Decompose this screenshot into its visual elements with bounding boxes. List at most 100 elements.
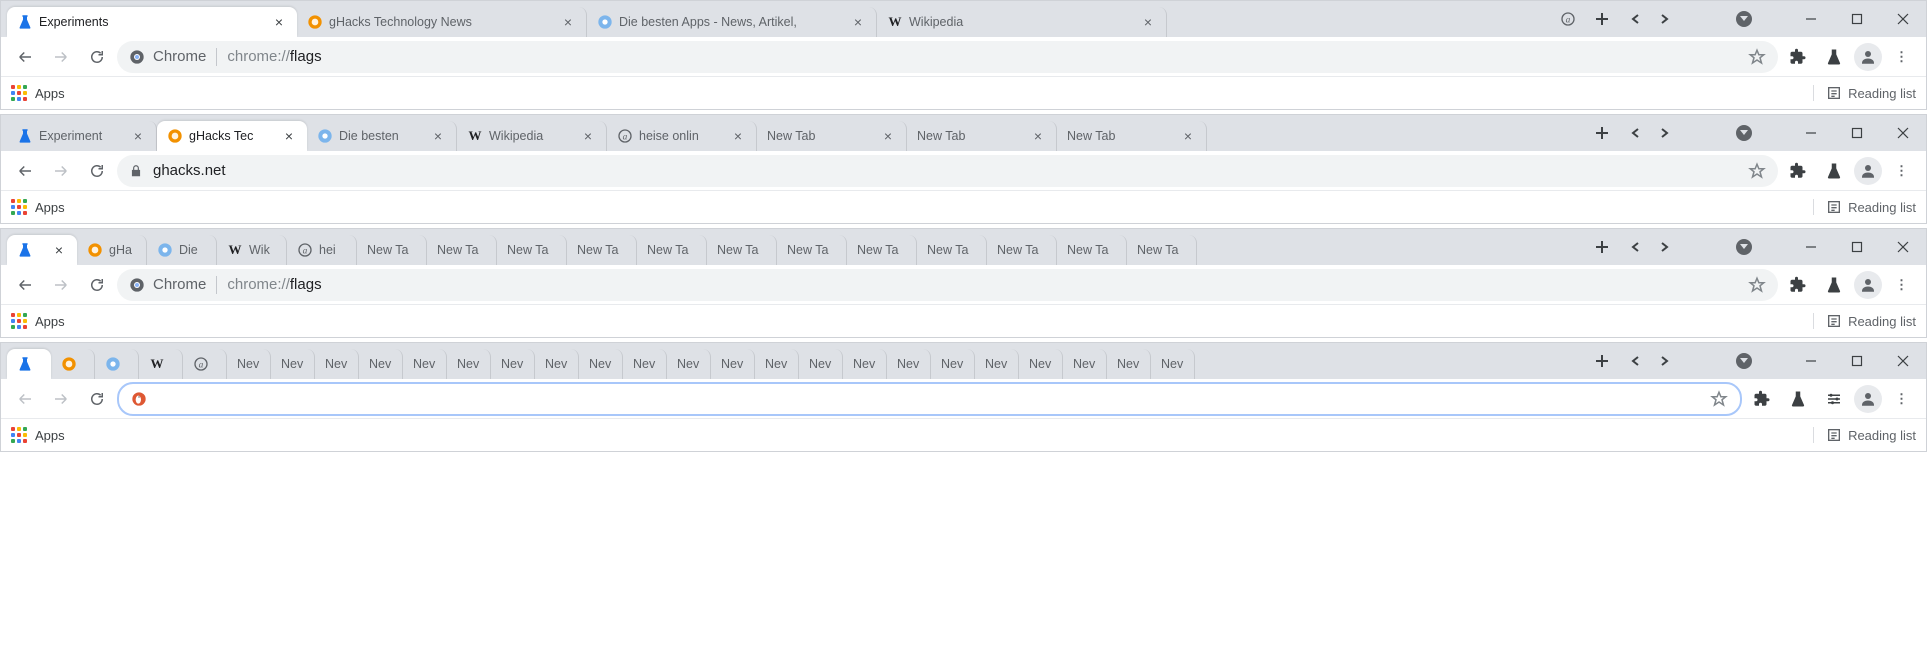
nav-back-button[interactable]: [9, 269, 41, 301]
tab-search-button[interactable]: [1730, 233, 1758, 261]
nav-reload-button[interactable]: [81, 155, 113, 187]
window-close-button[interactable]: [1880, 346, 1926, 376]
tab[interactable]: New Ta: [1127, 235, 1197, 265]
nav-back-button[interactable]: [9, 383, 41, 415]
chrome-menu-button[interactable]: ⋮: [1886, 41, 1918, 73]
tab-close-button[interactable]: ×: [580, 128, 596, 144]
tabs-scroll-left-button[interactable]: [1622, 119, 1650, 147]
tab[interactable]: New Ta: [847, 235, 917, 265]
tab[interactable]: [51, 349, 95, 379]
nav-reload-button[interactable]: [81, 269, 113, 301]
tabs-scroll-right-button[interactable]: [1650, 233, 1678, 261]
apps-shortcut[interactable]: Apps: [11, 313, 65, 329]
url-text[interactable]: ghacks.net: [153, 162, 1738, 179]
tab[interactable]: New Ta: [497, 235, 567, 265]
nav-forward-button[interactable]: [45, 383, 77, 415]
tab[interactable]: Nev: [227, 349, 271, 379]
tab-search-button[interactable]: [1730, 347, 1758, 375]
nav-reload-button[interactable]: [81, 41, 113, 73]
tab[interactable]: New Ta: [637, 235, 707, 265]
reading-list-button[interactable]: Reading list: [1813, 313, 1916, 329]
extensions-button[interactable]: [1782, 269, 1814, 301]
nav-forward-button[interactable]: [45, 41, 77, 73]
tab[interactable]: [95, 349, 139, 379]
window-maximize-button[interactable]: [1834, 118, 1880, 148]
nav-forward-button[interactable]: [45, 155, 77, 187]
bookmark-star-button[interactable]: [1748, 276, 1766, 294]
tab[interactable]: Nev: [359, 349, 403, 379]
tab-search-button[interactable]: [1730, 119, 1758, 147]
nav-forward-button[interactable]: [45, 269, 77, 301]
tab-close-button[interactable]: ×: [51, 242, 67, 258]
tab[interactable]: New Ta: [357, 235, 427, 265]
tab[interactable]: Nev: [711, 349, 755, 379]
tabs-scroll-right-button[interactable]: [1650, 119, 1678, 147]
tab[interactable]: Nev: [667, 349, 711, 379]
extensions-button[interactable]: [1782, 41, 1814, 73]
tab[interactable]: WWikipedia×: [877, 7, 1167, 37]
tabs-scroll-left-button[interactable]: [1622, 347, 1650, 375]
profile-avatar-button[interactable]: [1854, 271, 1882, 299]
heise-extension-icon[interactable]: a: [1554, 5, 1582, 33]
tab[interactable]: Nev: [887, 349, 931, 379]
apps-shortcut[interactable]: Apps: [11, 427, 65, 443]
chrome-menu-button[interactable]: ⋮: [1886, 383, 1918, 415]
reading-list-button[interactable]: Reading list: [1813, 427, 1916, 443]
window-minimize-button[interactable]: [1788, 118, 1834, 148]
url-text[interactable]: chrome://flags: [227, 48, 1738, 65]
tab[interactable]: Nev: [491, 349, 535, 379]
new-tab-button[interactable]: [1588, 233, 1616, 261]
tab[interactable]: Nev: [755, 349, 799, 379]
tab[interactable]: Die besten Apps - News, Artikel,×: [587, 7, 877, 37]
tab[interactable]: a: [183, 349, 227, 379]
tab-close-button[interactable]: ×: [560, 14, 576, 30]
tab[interactable]: New Ta: [1057, 235, 1127, 265]
tab[interactable]: Nev: [1019, 349, 1063, 379]
profile-avatar-button[interactable]: [1854, 43, 1882, 71]
apps-shortcut[interactable]: Apps: [11, 199, 65, 215]
window-maximize-button[interactable]: [1834, 232, 1880, 262]
tab[interactable]: New Ta: [427, 235, 497, 265]
nav-back-button[interactable]: [9, 41, 41, 73]
labs-button[interactable]: [1818, 155, 1850, 187]
tab[interactable]: WWik: [217, 235, 287, 265]
tab[interactable]: aheise onlin×: [607, 121, 757, 151]
bookmark-star-button[interactable]: [1748, 48, 1766, 66]
tabs-scroll-left-button[interactable]: [1622, 5, 1650, 33]
profile-avatar-button[interactable]: [1854, 157, 1882, 185]
tab[interactable]: gHa: [77, 235, 147, 265]
tab-close-button[interactable]: ×: [271, 14, 287, 30]
tab[interactable]: Nev: [623, 349, 667, 379]
tab[interactable]: Experiments×: [7, 7, 297, 37]
tab[interactable]: Nev: [843, 349, 887, 379]
tab[interactable]: New Ta: [707, 235, 777, 265]
tab[interactable]: ahei: [287, 235, 357, 265]
site-info[interactable]: [129, 164, 143, 178]
tab[interactable]: Nev: [315, 349, 359, 379]
tabs-scroll-right-button[interactable]: [1650, 347, 1678, 375]
tab-close-button[interactable]: ×: [281, 128, 297, 144]
url-text[interactable]: chrome://flags: [227, 276, 1738, 293]
omnibox[interactable]: Chrome chrome://flags: [117, 269, 1778, 301]
chrome-menu-button[interactable]: ⋮: [1886, 269, 1918, 301]
new-tab-button[interactable]: [1588, 119, 1616, 147]
tab[interactable]: Nev: [1063, 349, 1107, 379]
tabs-scroll-right-button[interactable]: [1650, 5, 1678, 33]
tab[interactable]: WWikipedia×: [457, 121, 607, 151]
apps-shortcut[interactable]: Apps: [11, 85, 65, 101]
chrome-menu-button[interactable]: ⋮: [1886, 155, 1918, 187]
tab[interactable]: New Tab×: [1057, 121, 1207, 151]
omnibox[interactable]: ghacks.net: [117, 155, 1778, 187]
tab[interactable]: [7, 349, 51, 379]
reading-list-button[interactable]: Reading list: [1813, 199, 1916, 215]
labs-button[interactable]: [1782, 383, 1814, 415]
site-info[interactable]: Chrome: [129, 276, 206, 293]
window-minimize-button[interactable]: [1788, 4, 1834, 34]
tab[interactable]: Nev: [975, 349, 1019, 379]
tab[interactable]: Nev: [403, 349, 447, 379]
tab[interactable]: New Ta: [917, 235, 987, 265]
tab[interactable]: Die: [147, 235, 217, 265]
window-close-button[interactable]: [1880, 118, 1926, 148]
tab[interactable]: ×: [7, 235, 77, 265]
tab[interactable]: Nev: [931, 349, 975, 379]
